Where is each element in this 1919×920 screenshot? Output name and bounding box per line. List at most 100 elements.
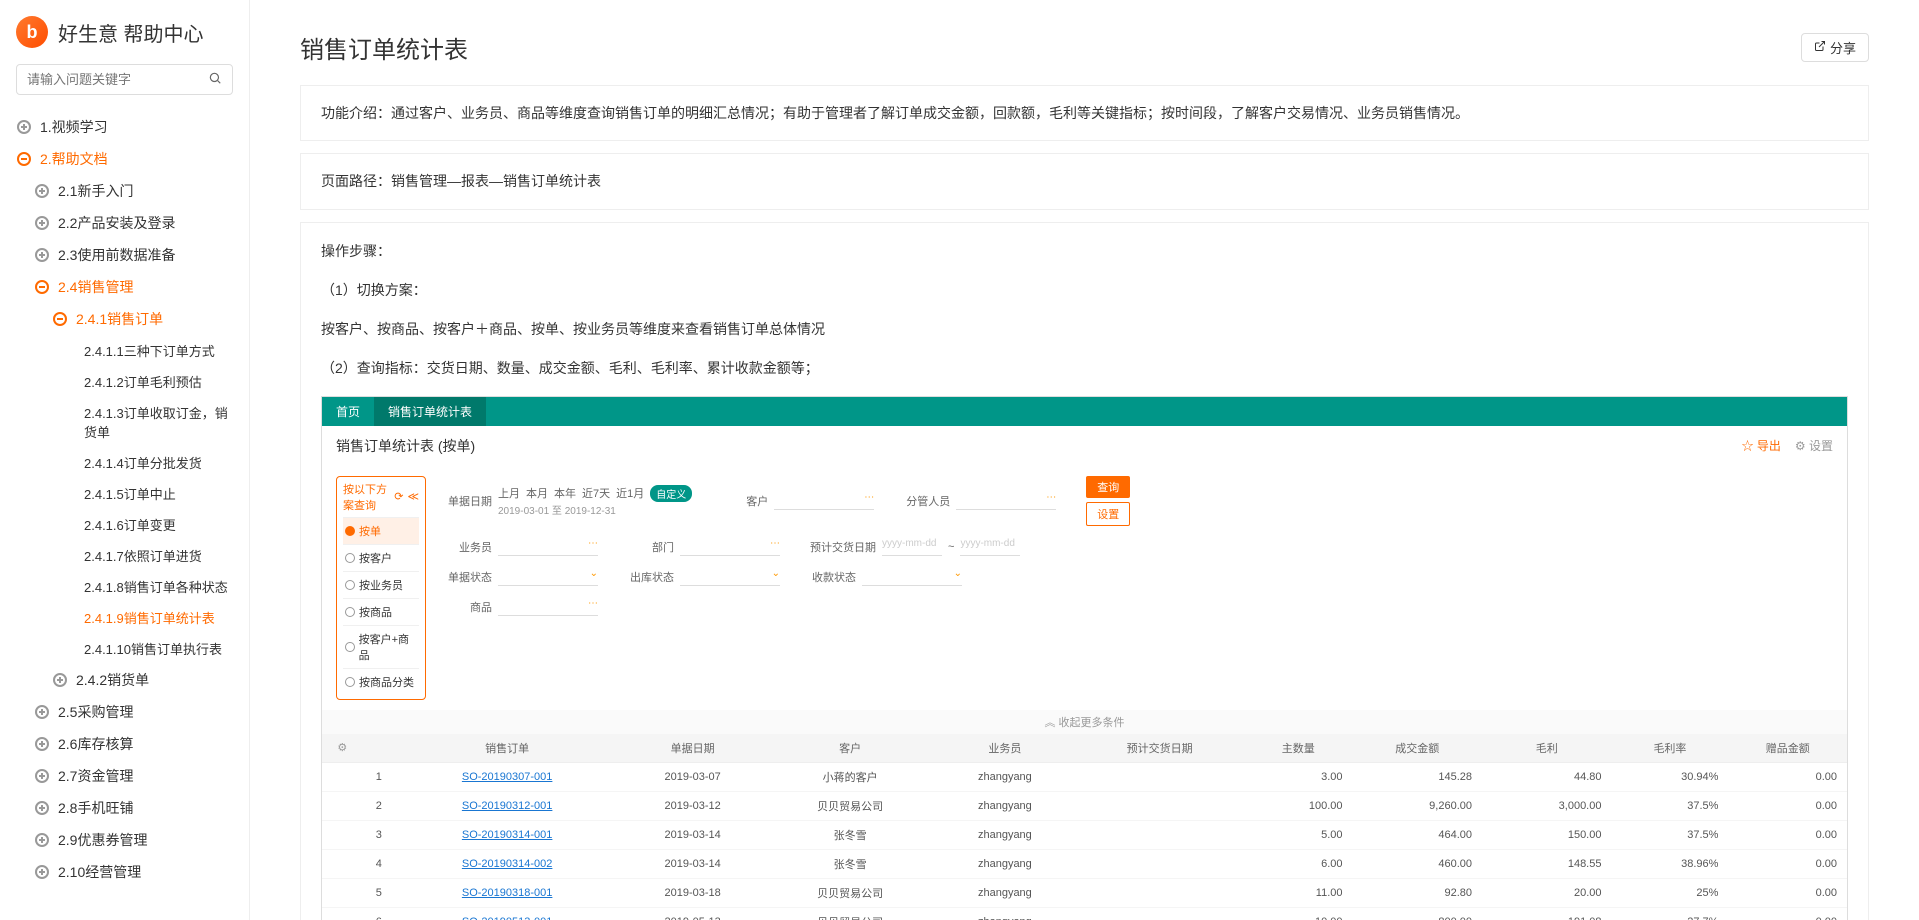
table-row[interactable]: 4SO-20190314-0022019-03-14张冬雪zhangyang6.… (322, 849, 1847, 878)
opt-bycat[interactable]: 按商品分类 (343, 668, 419, 695)
refresh-icon[interactable]: ⟳ (394, 490, 403, 503)
date-link[interactable]: 上月 (498, 485, 520, 502)
status-input[interactable]: ⌄ (498, 568, 598, 586)
set-button[interactable]: 设置 (1086, 502, 1130, 526)
table-row[interactable]: 3SO-20190314-0012019-03-14张冬雪zhangyang5.… (322, 820, 1847, 849)
nav-210[interactable]: 2.10经营管理 (16, 856, 233, 888)
ss-tab-report[interactable]: 销售订单统计表 (374, 397, 486, 426)
export-link[interactable]: ☆ 导出 (1742, 437, 1781, 454)
nav-docs[interactable]: 2.帮助文档 (16, 143, 233, 175)
date-link[interactable]: 近7天 (582, 485, 610, 502)
customer-input[interactable]: ⋯ (774, 492, 874, 510)
nav-25[interactable]: 2.5采购管理 (16, 696, 233, 728)
nav-29[interactable]: 2.9优惠券管理 (16, 824, 233, 856)
nav-label: 2.1新手入门 (58, 181, 133, 201)
nav-label: 2.2产品安装及登录 (58, 213, 175, 233)
search-input[interactable] (27, 72, 208, 87)
share-button[interactable]: 分享 (1801, 33, 1869, 62)
date-block: 上月 本月 本年 近7天 近1月 自定义 2019-03-01 至 2019-1… (498, 485, 692, 517)
nav-2412[interactable]: 2.4.1.2订单毛利预估 (16, 366, 233, 397)
date-custom-pill[interactable]: 自定义 (650, 485, 692, 502)
nav-22[interactable]: 2.2产品安装及登录 (16, 207, 233, 239)
nav-24110[interactable]: 2.4.1.10销售订单执行表 (16, 633, 233, 664)
table-row[interactable]: 6SO-20190513-0012019-05-13贝贝贸易公司zhangyan… (322, 907, 1847, 920)
nav-27[interactable]: 2.7资金管理 (16, 760, 233, 792)
opt-bycustomer[interactable]: 按客户 (343, 544, 419, 571)
nav-2411[interactable]: 2.4.1.1三种下订单方式 (16, 335, 233, 366)
nav-2413[interactable]: 2.4.1.3订单收取订金，销货单 (16, 397, 233, 447)
nav-23[interactable]: 2.3使用前数据准备 (16, 239, 233, 271)
sales-input[interactable]: ⋯ (498, 538, 598, 556)
ss-tab-home[interactable]: 首页 (322, 397, 374, 426)
table-cell: SO-20190307-001 (395, 762, 619, 791)
radio-icon (345, 526, 355, 536)
gear-icon[interactable]: ⚙ (337, 742, 347, 754)
field-label: 单据状态 (446, 569, 492, 585)
expand-icon[interactable]: ≪ (407, 490, 419, 503)
expdate-to[interactable]: yyyy-mm-dd (960, 538, 1020, 556)
table-row[interactable]: 5SO-20190318-0012019-03-18贝贝贸易公司zhangyan… (322, 878, 1847, 907)
opt-byproduct[interactable]: 按商品 (343, 598, 419, 625)
nav-2418[interactable]: 2.4.1.8销售订单各种状态 (16, 571, 233, 602)
opt-bycp[interactable]: 按客户+商品 (343, 625, 419, 668)
nav-2419[interactable]: 2.4.1.9销售订单统计表 (16, 602, 233, 633)
dropdown-icon: ⋯ (588, 538, 598, 549)
field-label: 部门 (628, 539, 674, 555)
nav-21[interactable]: 2.1新手入门 (16, 175, 233, 207)
nav-label: 2.5采购管理 (58, 702, 133, 722)
query-button[interactable]: 查询 (1086, 476, 1130, 498)
chevron-down-icon: ⌄ (954, 568, 962, 579)
nav-video[interactable]: 1.视频学习 (16, 111, 233, 143)
table-cell: 0.00 (1728, 820, 1847, 849)
expdate-from[interactable]: yyyy-mm-dd (882, 538, 942, 556)
plus-icon (34, 832, 50, 848)
table-cell: 460.00 (1353, 849, 1482, 878)
nav-2415[interactable]: 2.4.1.5订单中止 (16, 478, 233, 509)
radio-icon (345, 580, 355, 590)
export-label: 导出 (1757, 439, 1781, 453)
table-cell (322, 878, 363, 907)
filter-row-4: 商品⋯ (446, 598, 1833, 616)
nav-26[interactable]: 2.6库存核算 (16, 728, 233, 760)
nav-28[interactable]: 2.8手机旺铺 (16, 792, 233, 824)
collapse-bar[interactable]: ︽ 收起更多条件 (322, 710, 1847, 734)
field-product: 商品⋯ (446, 598, 598, 616)
pay-input[interactable]: ⌄ (862, 568, 962, 586)
nav-2414[interactable]: 2.4.1.4订单分批发货 (16, 447, 233, 478)
nav-label: 2.4.1.6订单变更 (84, 515, 176, 534)
nav-2416[interactable]: 2.4.1.6订单变更 (16, 509, 233, 540)
table-cell: 2019-05-13 (619, 907, 765, 920)
table-cell: zhangyang (934, 820, 1075, 849)
table-cell: 0.00 (1728, 791, 1847, 820)
nav-242[interactable]: 2.4.2销货单 (16, 664, 233, 696)
date-link[interactable]: 近1月 (616, 485, 644, 502)
dropdown-icon: ⋯ (588, 598, 598, 609)
table-header-cell: 毛利 (1482, 734, 1611, 763)
date-link[interactable]: 本年 (554, 485, 576, 502)
date-link[interactable]: 本月 (526, 485, 548, 502)
table-header-cell: 单据日期 (619, 734, 765, 763)
nav-label: 2.4.1.2订单毛利预估 (84, 372, 202, 391)
opt-byorder[interactable]: 按单 (343, 517, 419, 544)
setting-link[interactable]: ⚙ 设置 (1795, 437, 1833, 454)
intro-box: 功能介绍：通过客户、业务员、商品等维度查询销售订单的明细汇总情况；有助于管理者了… (300, 85, 1869, 141)
opt-label: 按商品 (359, 604, 392, 620)
owner-input[interactable]: ⋯ (956, 492, 1056, 510)
nav-24[interactable]: 2.4销售管理 (16, 271, 233, 303)
opt-bysales[interactable]: 按业务员 (343, 571, 419, 598)
out-input[interactable]: ⌄ (680, 568, 780, 586)
table-row[interactable]: 2SO-20190312-0012019-03-12贝贝贸易公司zhangyan… (322, 791, 1847, 820)
table-row[interactable]: 1SO-20190307-0012019-03-07小蒋的客户zhangyang… (322, 762, 1847, 791)
table-cell: 37.5% (1611, 820, 1728, 849)
product-input[interactable]: ⋯ (498, 598, 598, 616)
search-box[interactable] (16, 64, 233, 95)
dept-input[interactable]: ⋯ (680, 538, 780, 556)
nav-label: 2.4.1销售订单 (76, 309, 163, 329)
table-cell: 20.00 (1482, 878, 1611, 907)
nav-2417[interactable]: 2.4.1.7依照订单进货 (16, 540, 233, 571)
step1-text: 按客户、按商品、按客户＋商品、按单、按业务员等维度来查看销售订单总体情况 (321, 317, 1848, 342)
filter-row-3: 单据状态⌄ 出库状态⌄ 收款状态⌄ (446, 568, 1833, 586)
search-icon[interactable] (208, 71, 222, 88)
nav-241[interactable]: 2.4.1销售订单 (16, 303, 233, 335)
opt-label: 按商品分类 (359, 674, 414, 690)
